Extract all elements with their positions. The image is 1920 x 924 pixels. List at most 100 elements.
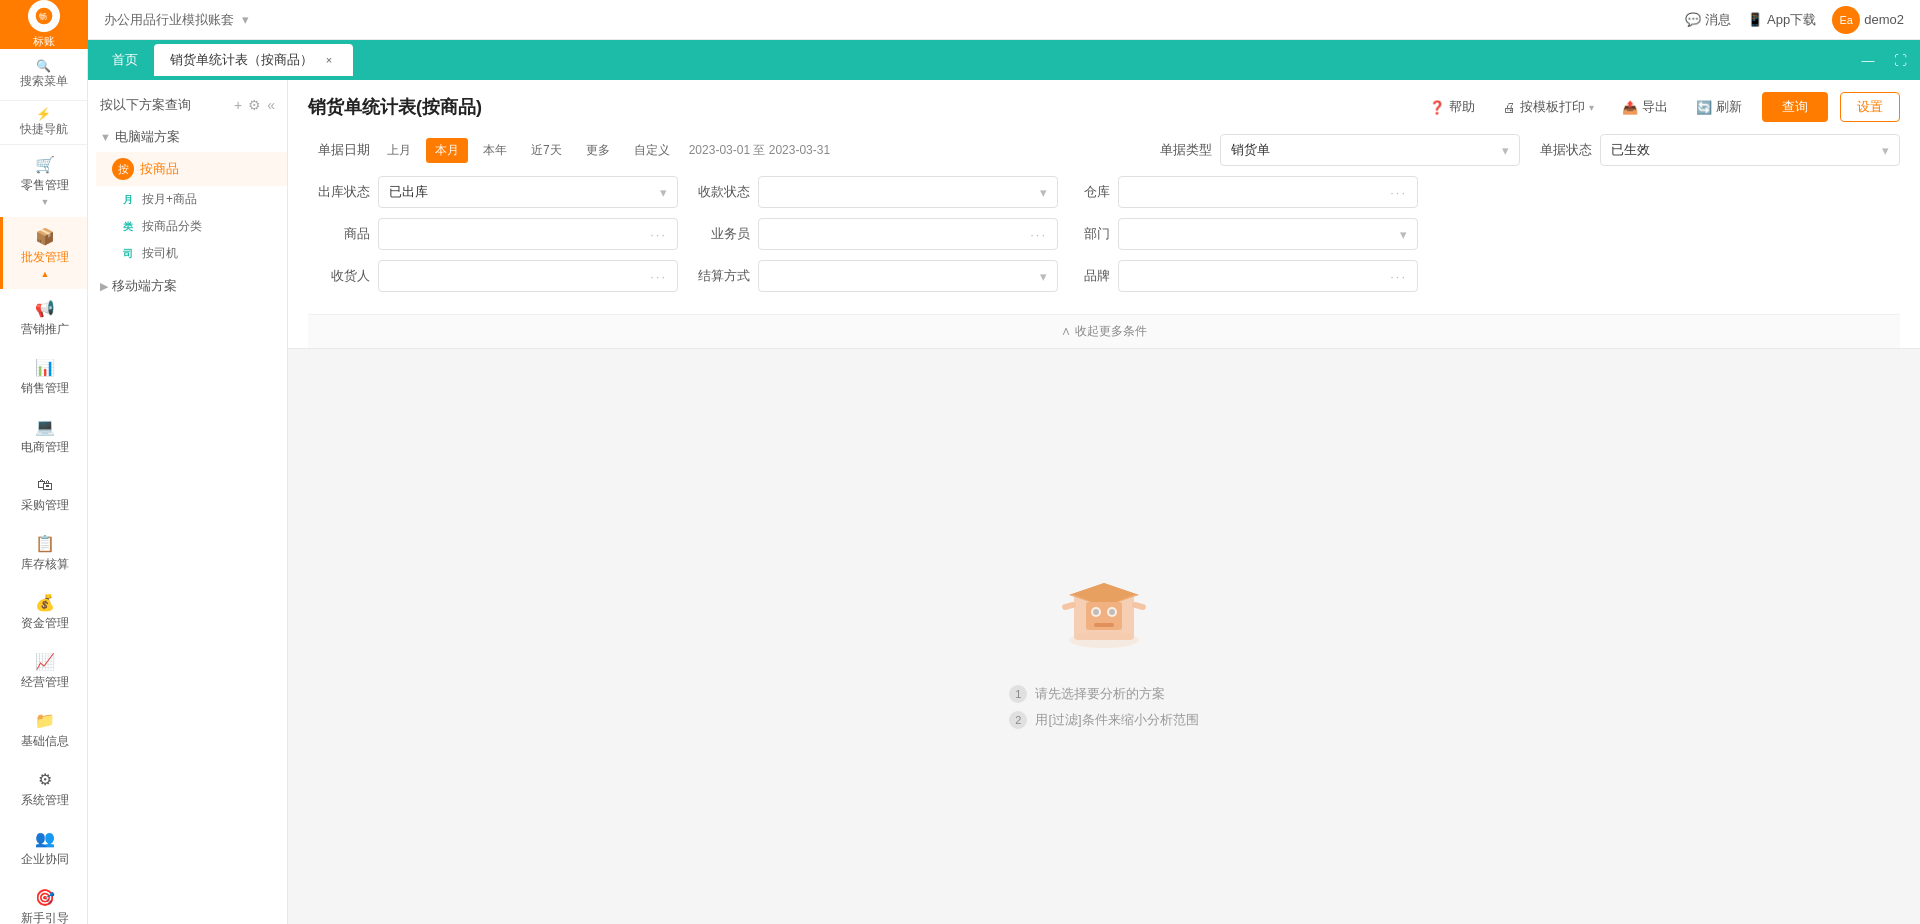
sidebar-item-ecommerce[interactable]: 💻 电商管理 xyxy=(0,407,87,466)
tree-item-by-goods[interactable]: 按 按商品 xyxy=(96,152,287,186)
marketing-icon: 📢 xyxy=(35,299,55,318)
doc-type-select[interactable]: 销货单 ▾ xyxy=(1220,134,1520,166)
export-btn[interactable]: 📤 导出 xyxy=(1614,94,1676,120)
out-status-select[interactable]: 已出库 ▾ xyxy=(378,176,678,208)
doc-status-value: 已生效 xyxy=(1611,141,1650,159)
avatar: Ea xyxy=(1832,6,1860,34)
search-icon: 🔍 xyxy=(0,59,87,73)
doc-type-label: 单据类型 xyxy=(1140,141,1220,159)
receiver-dots: ··· xyxy=(650,269,667,284)
right-panel: 销货单统计表(按商品) ❓ 帮助 🖨 按模板打印 ▾ 📤 xyxy=(288,80,1920,924)
goods-dots: ··· xyxy=(650,227,667,242)
month-goods-icon: 月 xyxy=(120,192,136,208)
tab-minimize-btn[interactable]: — xyxy=(1856,48,1880,72)
collab-icon: 👥 xyxy=(35,829,55,848)
by-goods-icon: 按 xyxy=(112,158,134,180)
last-month-btn[interactable]: 上月 xyxy=(378,138,420,163)
dept-label: 部门 xyxy=(1058,225,1118,243)
sidebar-item-basic[interactable]: 📁 基础信息 xyxy=(0,701,87,760)
settings-scheme-btn[interactable]: ⚙ xyxy=(248,97,261,113)
sidebar-item-inventory[interactable]: 📋 库存核算 xyxy=(0,524,87,583)
tree-item-driver[interactable]: 司 按司机 xyxy=(96,240,287,267)
help-label: 帮助 xyxy=(1449,98,1475,116)
sidebar-item-retail[interactable]: 🛒 零售管理 ▼ xyxy=(0,145,87,217)
help-btn[interactable]: ❓ 帮助 xyxy=(1421,94,1483,120)
sidebar-item-collab[interactable]: 👥 企业协同 xyxy=(0,819,87,878)
tree-mobile-group[interactable]: ▶ 移动端方案 xyxy=(88,271,287,301)
last7-btn[interactable]: 近7天 xyxy=(522,138,571,163)
top-header: 办公用品行业模拟账套 ▾ 💬 消息 📱 App下载 Ea demo2 xyxy=(88,0,1920,40)
sidebar-item-newbie[interactable]: 🎯 新手引导 xyxy=(0,878,87,924)
retail-label: 零售管理 xyxy=(21,177,69,194)
sidebar-search[interactable]: 🔍 搜索菜单 xyxy=(0,49,87,101)
warehouse-label: 仓库 xyxy=(1058,183,1118,201)
tab-bar: 首页 销货单统计表（按商品） × — ⛶ xyxy=(88,40,1920,80)
tab-home[interactable]: 首页 xyxy=(96,44,154,76)
system-icon: ⚙ xyxy=(38,770,52,789)
payment-status-select[interactable]: ▾ xyxy=(758,176,1058,208)
app-logo[interactable]: 畅 标账 xyxy=(0,0,88,49)
main-area: 办公用品行业模拟账套 ▾ 💬 消息 📱 App下载 Ea demo2 首页 xyxy=(88,0,1920,924)
out-status-label: 出库状态 xyxy=(308,183,378,201)
brand-input[interactable]: ··· xyxy=(1118,260,1418,292)
tree-item-category[interactable]: 类 按商品分类 xyxy=(96,213,287,240)
settings-btn[interactable]: 设置 xyxy=(1840,92,1900,122)
sidebar-item-marketing[interactable]: 📢 营销推广 xyxy=(0,289,87,348)
page-actions: ❓ 帮助 🖨 按模板打印 ▾ 📤 导出 🔄 xyxy=(1421,92,1900,122)
date-range-text: 2023-03-01 至 2023-03-31 xyxy=(689,142,830,159)
industry-dropdown[interactable]: ▾ xyxy=(242,12,249,27)
receiver-input[interactable]: ··· xyxy=(378,260,678,292)
logo-text: 标账 xyxy=(33,34,55,49)
sidebar-item-wholesale[interactable]: 📦 批发管理 ▲ xyxy=(0,217,87,289)
sidebar-item-system[interactable]: ⚙ 系统管理 xyxy=(0,760,87,819)
export-icon: 📤 xyxy=(1622,100,1638,115)
tab-close-btn[interactable]: × xyxy=(321,52,337,68)
goods-input[interactable]: ··· xyxy=(378,218,678,250)
staff-label: 业务员 xyxy=(678,225,758,243)
filter-area: 单据日期 上月 本月 本年 近7天 更多 自定义 2023-03-01 至 20… xyxy=(308,134,1900,314)
refresh-btn[interactable]: 🔄 刷新 xyxy=(1688,94,1750,120)
brand-label: 品牌 xyxy=(1058,267,1118,285)
payment-method-select[interactable]: ▾ xyxy=(758,260,1058,292)
tree-item-month-goods[interactable]: 月 按月+商品 xyxy=(96,186,287,213)
staff-input[interactable]: ··· xyxy=(758,218,1058,250)
sidebar-item-finance[interactable]: 💰 资金管理 xyxy=(0,583,87,642)
custom-btn[interactable]: 自定义 xyxy=(625,138,679,163)
sidebar-item-management[interactable]: 📈 经营管理 xyxy=(0,642,87,701)
sidebar-item-purchase[interactable]: 🛍 采购管理 xyxy=(0,466,87,524)
purchase-label: 采购管理 xyxy=(21,497,69,514)
tip-num-1: 1 xyxy=(1009,685,1027,703)
left-panel: 按以下方案查询 + ⚙ « ▼ 电脑端方案 按 按商品 月 按月+商品 xyxy=(88,80,288,924)
tab-sales-report[interactable]: 销货单统计表（按商品） × xyxy=(154,44,353,76)
sidebar-item-sales[interactable]: 📊 销售管理 xyxy=(0,348,87,407)
print-btn[interactable]: 🖨 按模板打印 ▾ xyxy=(1495,94,1602,120)
desktop-group-label: 电脑端方案 xyxy=(115,128,180,146)
newbie-icon: 🎯 xyxy=(35,888,55,907)
collapse-panel-btn[interactable]: « xyxy=(267,97,275,113)
doc-status-select[interactable]: 已生效 ▾ xyxy=(1600,134,1900,166)
filter-row-1: 单据日期 上月 本月 本年 近7天 更多 自定义 2023-03-01 至 20… xyxy=(308,134,1900,166)
this-year-btn[interactable]: 本年 xyxy=(474,138,516,163)
more-btn[interactable]: 更多 xyxy=(577,138,619,163)
user-profile[interactable]: Ea demo2 xyxy=(1832,6,1904,34)
app-download-btn[interactable]: 📱 App下载 xyxy=(1747,11,1816,29)
collapse-filter-btn[interactable]: ∧ 收起更多条件 xyxy=(308,314,1900,348)
search-label: 搜索菜单 xyxy=(20,74,68,88)
driver-label: 按司机 xyxy=(142,245,178,262)
finance-label: 资金管理 xyxy=(21,615,69,632)
tree-desktop-group[interactable]: ▼ 电脑端方案 xyxy=(88,122,287,152)
empty-tips: 1 请先选择要分析的方案 2 用[过滤]条件来缩小分析范围 xyxy=(1009,685,1198,729)
message-btn[interactable]: 💬 消息 xyxy=(1685,11,1731,29)
sidebar-quick-nav[interactable]: ⚡ 快捷导航 xyxy=(0,101,87,145)
print-dropdown[interactable]: ▾ xyxy=(1589,102,1594,113)
dept-chevron: ▾ xyxy=(1400,227,1407,242)
out-status-chevron: ▾ xyxy=(660,185,667,200)
this-month-btn[interactable]: 本月 xyxy=(426,138,468,163)
payment-method-chevron: ▾ xyxy=(1040,269,1047,284)
add-scheme-btn[interactable]: + xyxy=(234,97,242,113)
doc-type-value: 销货单 xyxy=(1231,141,1270,159)
query-btn[interactable]: 查询 xyxy=(1762,92,1828,122)
dept-select[interactable]: ▾ xyxy=(1118,218,1418,250)
tab-maximize-btn[interactable]: ⛶ xyxy=(1888,48,1912,72)
warehouse-input[interactable]: ··· xyxy=(1118,176,1418,208)
